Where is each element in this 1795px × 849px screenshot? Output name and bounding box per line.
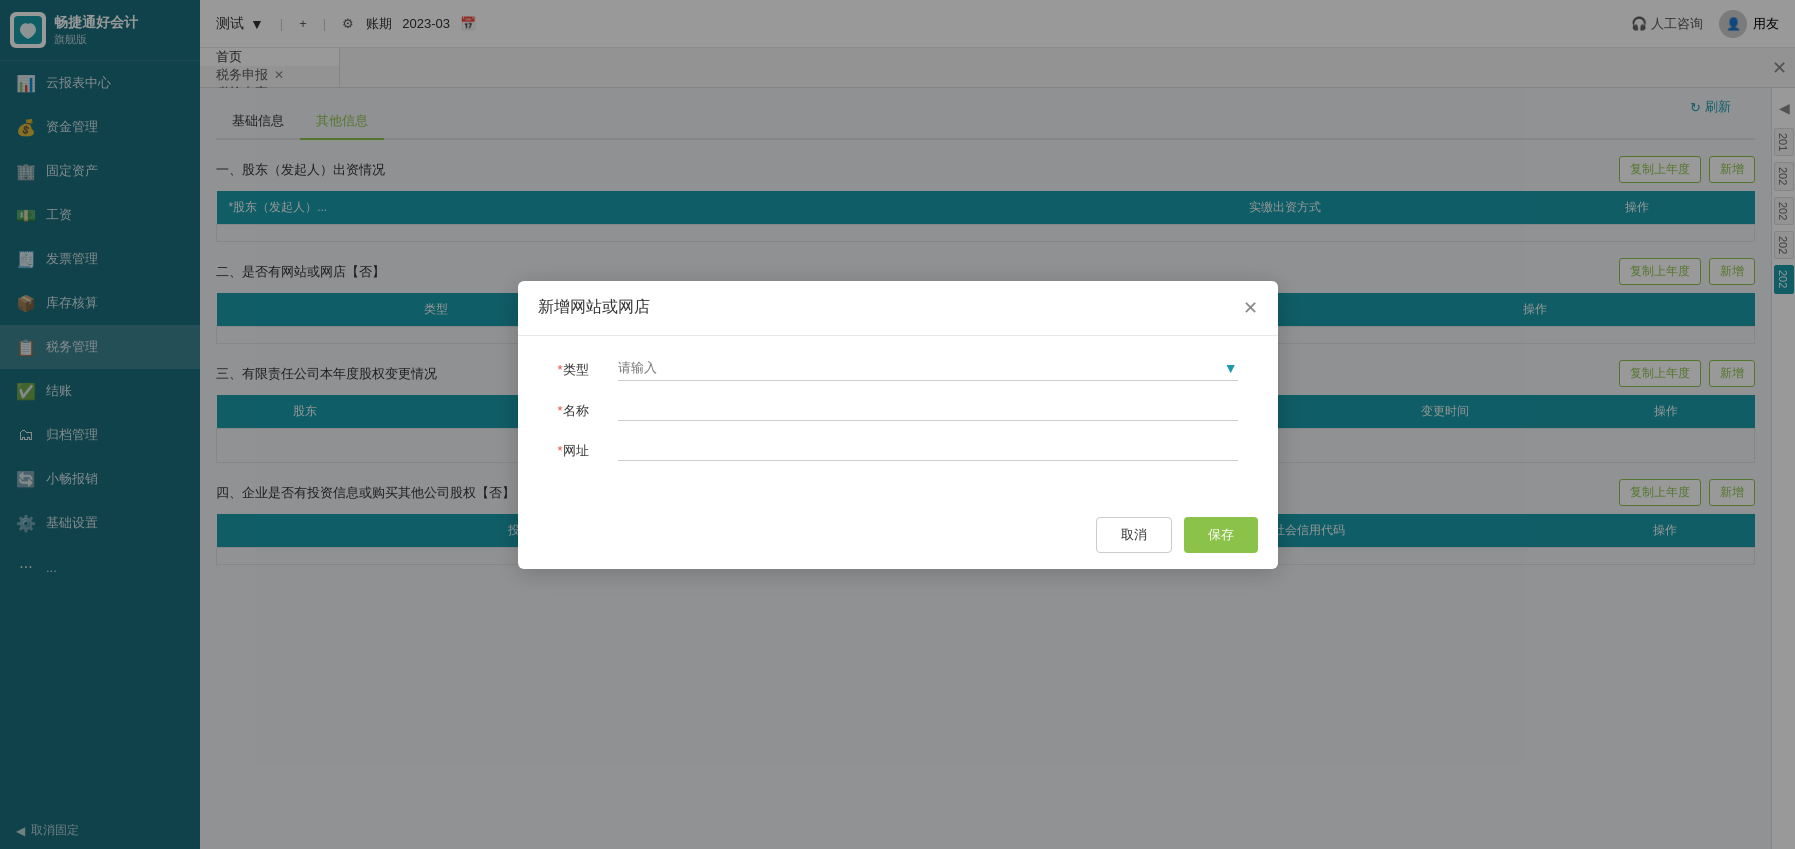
form-row-url: *网址 bbox=[558, 441, 1238, 461]
modal-header: 新增网站或网店 ✕ bbox=[518, 281, 1278, 336]
save-button[interactable]: 保存 bbox=[1184, 517, 1258, 553]
form-row-name: *名称 bbox=[558, 401, 1238, 421]
form-label-name: *名称 bbox=[558, 402, 618, 420]
form-row-type: *类型 ▼ bbox=[558, 360, 1238, 381]
cancel-button[interactable]: 取消 bbox=[1096, 517, 1172, 553]
modal-close-button[interactable]: ✕ bbox=[1243, 297, 1258, 319]
required-star-url: * bbox=[558, 443, 563, 458]
add-website-modal: 新增网站或网店 ✕ *类型 ▼ *名称 bbox=[518, 281, 1278, 569]
modal-footer: 取消 保存 bbox=[518, 501, 1278, 569]
form-control-type: ▼ bbox=[618, 360, 1238, 381]
form-control-url bbox=[618, 441, 1238, 461]
form-label-type: *类型 bbox=[558, 361, 618, 379]
required-star-type: * bbox=[558, 362, 563, 377]
url-input[interactable] bbox=[618, 441, 1238, 456]
form-control-name bbox=[618, 401, 1238, 421]
modal-body: *类型 ▼ *名称 *网址 bbox=[518, 336, 1278, 501]
dropdown-arrow-type: ▼ bbox=[1224, 360, 1238, 376]
form-label-url: *网址 bbox=[558, 442, 618, 460]
modal-title: 新增网站或网店 bbox=[538, 297, 650, 318]
type-input[interactable] bbox=[618, 360, 1224, 375]
required-star-name: * bbox=[558, 403, 563, 418]
name-input[interactable] bbox=[618, 401, 1238, 416]
modal-overlay: 新增网站或网店 ✕ *类型 ▼ *名称 bbox=[0, 0, 1795, 849]
